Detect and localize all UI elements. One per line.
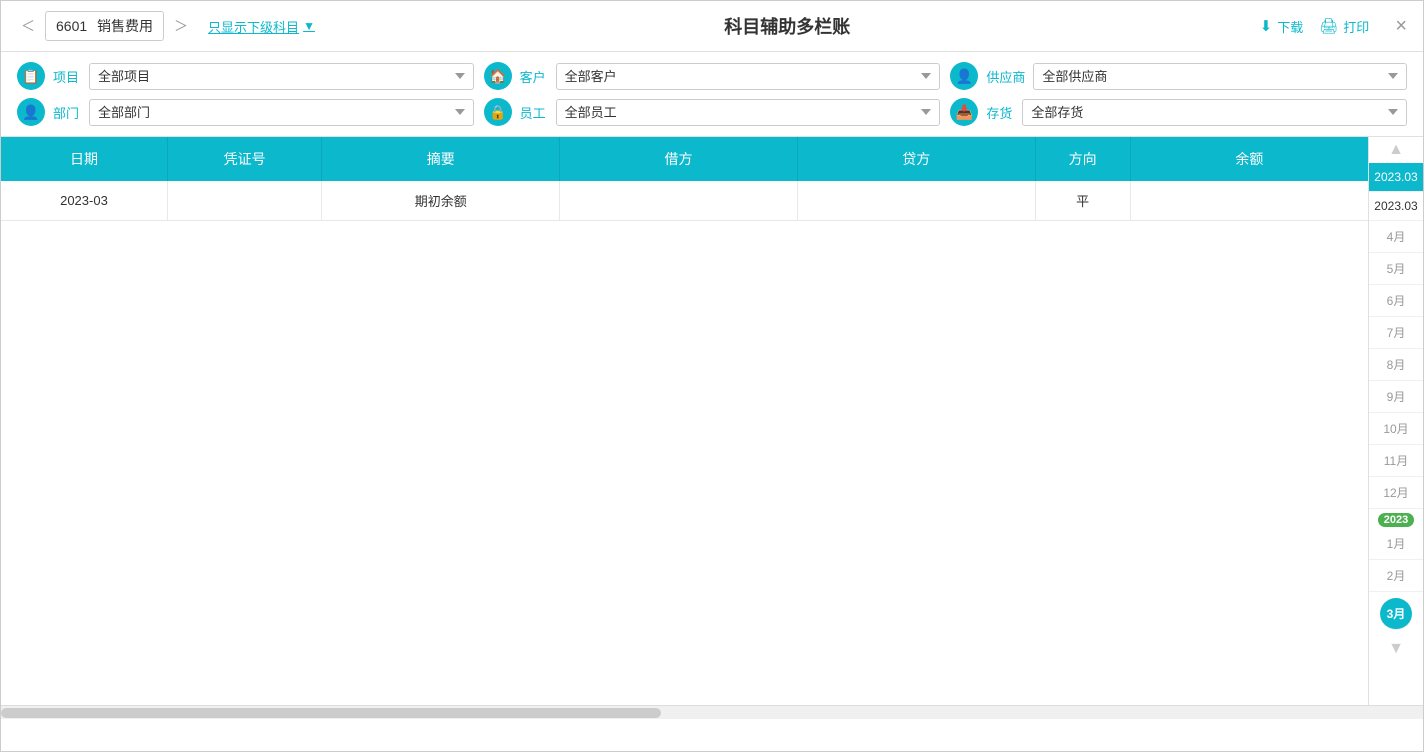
show-sub-button[interactable]: 只显示下级科目 ▼ (208, 17, 315, 36)
month-4[interactable]: 4月 (1369, 221, 1423, 253)
show-sub-arrow: ▼ (303, 19, 315, 33)
project-select[interactable]: 全部项目 (89, 63, 474, 90)
download-button[interactable]: ⬇ 下载 (1260, 17, 1304, 36)
supplier-label: 供应商 (986, 67, 1025, 86)
close-button[interactable]: × (1395, 15, 1407, 38)
month-11[interactable]: 11月 (1369, 445, 1423, 477)
inventory-icon: 📥 (950, 98, 978, 126)
customer-label: 客户 (520, 67, 548, 86)
page-title: 科目辅助多栏账 (315, 13, 1260, 39)
main-content: 日期 凭证号 摘要 借方 贷方 方向 余额 2023-03 期初余额 (1, 137, 1423, 705)
right-panel: ▲ 2023.03 2023.03 4月 5月 6月 7月 8月 9月 10月 … (1368, 137, 1423, 705)
filter-supplier: 👤 供应商 全部供应商 (950, 62, 1407, 90)
cell-credit (797, 181, 1035, 221)
employee-label: 员工 (520, 103, 548, 122)
month-1[interactable]: 1月 (1369, 528, 1423, 560)
cell-summary: 期初余额 (322, 181, 560, 221)
ledger-table: 日期 凭证号 摘要 借方 贷方 方向 余额 2023-03 期初余额 (1, 137, 1368, 221)
panel-up-arrow[interactable]: ▲ (1369, 137, 1423, 163)
year-badge: 2023 (1378, 513, 1414, 527)
month-5[interactable]: 5月 (1369, 253, 1423, 285)
scrollbar-thumb (1, 708, 661, 718)
month-10[interactable]: 10月 (1369, 413, 1423, 445)
top-bar: ＜ 6601 销售费用 ＞ 只显示下级科目 ▼ 科目辅助多栏账 ⬇ 下载 🖨 打… (1, 1, 1423, 52)
filter-inventory: 📥 存货 全部存货 (950, 98, 1407, 126)
account-code-name: 6601 销售费用 (45, 11, 164, 41)
table-row: 2023-03 期初余额 平 (1, 181, 1368, 221)
month-6[interactable]: 6月 (1369, 285, 1423, 317)
inventory-label: 存货 (986, 103, 1014, 122)
filter-department: 👤 部门 全部部门 (17, 98, 474, 126)
active-month-wrap: 3月 (1369, 592, 1423, 636)
month-7[interactable]: 7月 (1369, 317, 1423, 349)
cell-direction: 平 (1035, 181, 1130, 221)
account-name-text: 销售费用 (97, 18, 153, 34)
col-direction-header: 方向 (1035, 137, 1130, 181)
cell-date: 2023-03 (1, 181, 167, 221)
cell-debit (560, 181, 798, 221)
show-sub-label: 只显示下级科目 (208, 17, 299, 36)
supplier-icon: 👤 (950, 62, 978, 90)
account-nav: ＜ 6601 销售费用 ＞ (17, 11, 192, 41)
download-label: 下载 (1277, 17, 1303, 36)
month-8[interactable]: 8月 (1369, 349, 1423, 381)
prev-account-button[interactable]: ＜ (17, 14, 39, 38)
project-label: 项目 (53, 67, 81, 86)
download-icon: ⬇ (1260, 17, 1273, 35)
cell-balance (1130, 181, 1368, 221)
filter-project: 📋 项目 全部项目 (17, 62, 474, 90)
col-balance-header: 余额 (1130, 137, 1368, 181)
customer-select[interactable]: 全部客户 (556, 63, 941, 90)
filter-employee: 🔒 员工 全部员工 (484, 98, 941, 126)
panel-down-arrow[interactable]: ▼ (1369, 636, 1423, 662)
employee-icon: 🔒 (484, 98, 512, 126)
table-wrap: 日期 凭证号 摘要 借方 贷方 方向 余额 2023-03 期初余额 (1, 137, 1368, 705)
col-summary-header: 摘要 (322, 137, 560, 181)
project-icon: 📋 (17, 62, 45, 90)
col-date-header: 日期 (1, 137, 167, 181)
account-code: 6601 (56, 18, 87, 34)
employee-select[interactable]: 全部员工 (556, 99, 941, 126)
print-icon: 🖨 (1319, 17, 1338, 35)
supplier-select[interactable]: 全部供应商 (1033, 63, 1407, 90)
print-button[interactable]: 🖨 打印 (1319, 17, 1369, 36)
month-9[interactable]: 9月 (1369, 381, 1423, 413)
inventory-select[interactable]: 全部存货 (1022, 99, 1407, 126)
main-window: ＜ 6601 销售费用 ＞ 只显示下级科目 ▼ 科目辅助多栏账 ⬇ 下载 🖨 打… (0, 0, 1424, 752)
month-3-active[interactable]: 3月 (1380, 598, 1412, 630)
cell-voucher (167, 181, 322, 221)
next-account-button[interactable]: ＞ (170, 14, 192, 38)
department-select[interactable]: 全部部门 (89, 99, 474, 126)
bottom-scrollbar[interactable] (1, 705, 1423, 719)
top-actions: ⬇ 下载 🖨 打印 × (1260, 15, 1407, 38)
month-2023-03-top[interactable]: 2023.03 (1369, 163, 1423, 192)
col-credit-header: 贷方 (797, 137, 1035, 181)
filter-bar: 📋 项目 全部项目 🏠 客户 全部客户 👤 供应商 全部供应商 👤 部门 全 (1, 52, 1423, 137)
print-label: 打印 (1343, 17, 1369, 36)
col-debit-header: 借方 (560, 137, 798, 181)
month-12[interactable]: 12月 (1369, 477, 1423, 509)
department-icon: 👤 (17, 98, 45, 126)
department-label: 部门 (53, 103, 81, 122)
month-2023-03[interactable]: 2023.03 (1369, 192, 1423, 221)
filter-customer: 🏠 客户 全部客户 (484, 62, 941, 90)
month-2[interactable]: 2月 (1369, 560, 1423, 592)
customer-icon: 🏠 (484, 62, 512, 90)
year-badge-wrap: 2023 (1369, 509, 1423, 528)
col-voucher-header: 凭证号 (167, 137, 322, 181)
